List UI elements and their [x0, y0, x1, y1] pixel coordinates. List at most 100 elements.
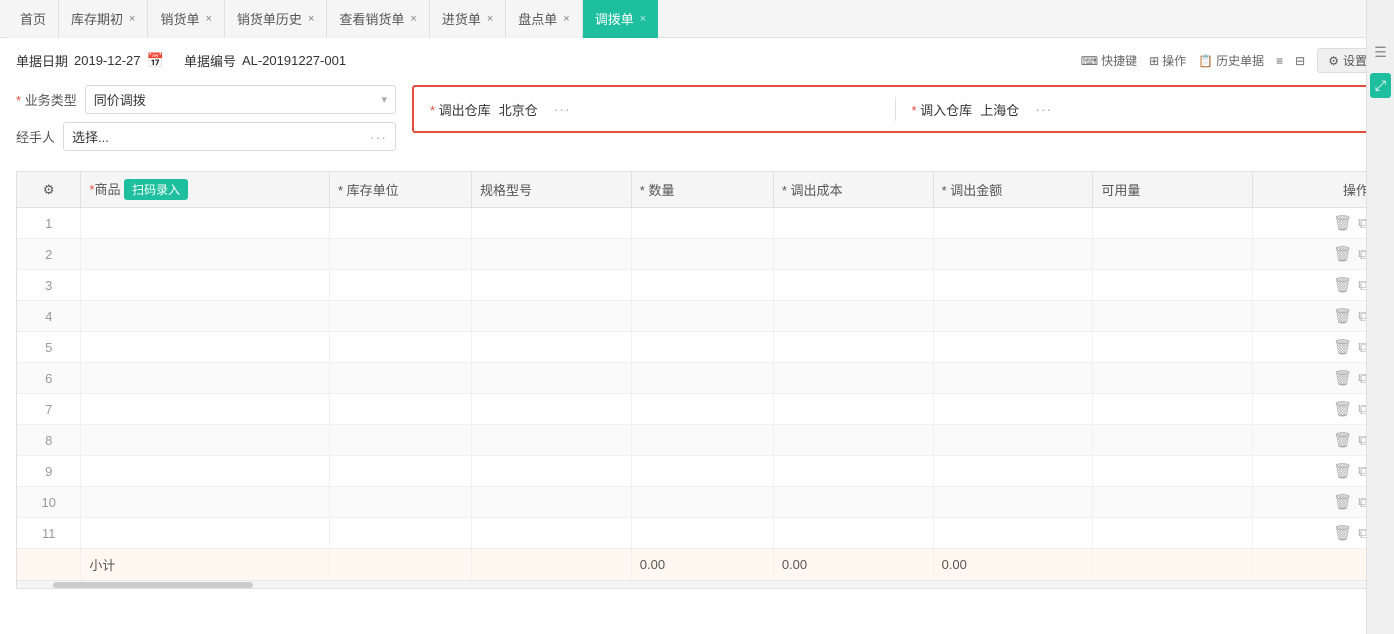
row-product[interactable] — [81, 394, 330, 425]
row-spec[interactable] — [472, 394, 632, 425]
row-unit[interactable] — [329, 332, 471, 363]
tab-view-sales[interactable]: 查看销货单 × — [327, 0, 429, 38]
row-qty[interactable] — [631, 394, 773, 425]
delete-row-icon[interactable]: 🗑 — [1333, 307, 1352, 325]
row-cost[interactable] — [773, 208, 933, 239]
tab-sales-history[interactable]: 销货单历史 × — [225, 0, 327, 38]
row-cost[interactable] — [773, 518, 933, 549]
row-amount[interactable] — [933, 270, 1093, 301]
shortcuts-button[interactable]: ⌨ 快捷键 — [1081, 52, 1137, 69]
row-amount[interactable] — [933, 456, 1093, 487]
delete-row-icon[interactable]: 🗑 — [1333, 400, 1352, 418]
tab-inventory-init[interactable]: 库存期初 × — [59, 0, 148, 38]
row-spec[interactable] — [472, 301, 632, 332]
row-amount[interactable] — [933, 394, 1093, 425]
row-amount[interactable] — [933, 239, 1093, 270]
row-spec[interactable] — [472, 518, 632, 549]
delete-row-icon[interactable]: 🗑 — [1333, 493, 1352, 511]
delete-row-icon[interactable]: 🗑 — [1333, 524, 1352, 542]
row-amount[interactable] — [933, 332, 1093, 363]
row-unit[interactable] — [329, 270, 471, 301]
row-spec[interactable] — [472, 239, 632, 270]
tab-close-inventory-init[interactable]: × — [129, 13, 135, 25]
tab-close-inventory-check[interactable]: × — [563, 13, 569, 25]
row-unit[interactable] — [329, 208, 471, 239]
row-spec[interactable] — [472, 456, 632, 487]
delete-row-icon[interactable]: 🗑 — [1333, 431, 1352, 449]
row-qty[interactable] — [631, 332, 773, 363]
sidebar-list-icon[interactable]: ☰ — [1370, 40, 1391, 65]
row-unit[interactable] — [329, 301, 471, 332]
horizontal-scrollbar[interactable] — [17, 580, 1377, 588]
row-spec[interactable] — [472, 270, 632, 301]
row-unit[interactable] — [329, 239, 471, 270]
row-cost[interactable] — [773, 456, 933, 487]
tab-close-view-sales[interactable]: × — [410, 13, 416, 25]
row-unit[interactable] — [329, 394, 471, 425]
row-product[interactable] — [81, 270, 330, 301]
layout-icon-2[interactable]: ⊟ — [1295, 54, 1305, 68]
row-spec[interactable] — [472, 425, 632, 456]
tab-close-sales-history[interactable]: × — [308, 13, 314, 25]
row-qty[interactable] — [631, 270, 773, 301]
row-spec[interactable] — [472, 487, 632, 518]
delete-row-icon[interactable]: 🗑 — [1333, 276, 1352, 294]
row-spec[interactable] — [472, 363, 632, 394]
row-amount[interactable] — [933, 208, 1093, 239]
delete-row-icon[interactable]: 🗑 — [1333, 462, 1352, 480]
tab-close-purchase[interactable]: × — [487, 13, 493, 25]
person-select[interactable]: 选择... ··· — [63, 122, 396, 151]
row-unit[interactable] — [329, 518, 471, 549]
row-amount[interactable] — [933, 425, 1093, 456]
row-qty[interactable] — [631, 518, 773, 549]
tab-close-sales-order[interactable]: × — [205, 13, 211, 25]
row-product[interactable] — [81, 239, 330, 270]
out-warehouse-more-icon[interactable]: ··· — [554, 101, 571, 117]
row-qty[interactable] — [631, 239, 773, 270]
row-spec[interactable] — [472, 208, 632, 239]
calendar-icon[interactable]: 📅 — [147, 52, 164, 69]
row-cost[interactable] — [773, 394, 933, 425]
tab-close-transfer[interactable]: × — [640, 13, 646, 25]
row-cost[interactable] — [773, 239, 933, 270]
row-product[interactable] — [81, 208, 330, 239]
row-product[interactable] — [81, 487, 330, 518]
th-settings[interactable]: ⚙ — [17, 172, 81, 208]
row-unit[interactable] — [329, 425, 471, 456]
row-cost[interactable] — [773, 425, 933, 456]
row-qty[interactable] — [631, 301, 773, 332]
layout-icon-1[interactable]: ≡ — [1276, 54, 1283, 68]
delete-row-icon[interactable]: 🗑 — [1333, 369, 1352, 387]
row-product[interactable] — [81, 363, 330, 394]
scan-button[interactable]: 扫码录入 — [124, 179, 188, 200]
tab-sales-order[interactable]: 销货单 × — [148, 0, 224, 38]
row-qty[interactable] — [631, 363, 773, 394]
row-spec[interactable] — [472, 332, 632, 363]
person-more-icon[interactable]: ··· — [370, 129, 387, 145]
row-qty[interactable] — [631, 456, 773, 487]
row-cost[interactable] — [773, 487, 933, 518]
in-warehouse-more-icon[interactable]: ··· — [1035, 101, 1052, 117]
row-amount[interactable] — [933, 518, 1093, 549]
tab-purchase[interactable]: 进货单 × — [430, 0, 506, 38]
row-cost[interactable] — [773, 363, 933, 394]
row-qty[interactable] — [631, 208, 773, 239]
delete-row-icon[interactable]: 🗑 — [1333, 245, 1352, 263]
row-product[interactable] — [81, 518, 330, 549]
history-button[interactable]: 📋 历史单据 — [1198, 52, 1264, 69]
row-qty[interactable] — [631, 425, 773, 456]
tab-home[interactable]: 首页 — [8, 0, 59, 38]
delete-row-icon[interactable]: 🗑 — [1333, 214, 1352, 232]
row-product[interactable] — [81, 456, 330, 487]
row-cost[interactable] — [773, 301, 933, 332]
row-product[interactable] — [81, 301, 330, 332]
tab-transfer[interactable]: 调拨单 × — [583, 0, 658, 38]
row-qty[interactable] — [631, 487, 773, 518]
row-amount[interactable] — [933, 487, 1093, 518]
tab-inventory-check[interactable]: 盘点单 × — [506, 0, 582, 38]
row-unit[interactable] — [329, 363, 471, 394]
row-cost[interactable] — [773, 270, 933, 301]
row-product[interactable] — [81, 332, 330, 363]
row-amount[interactable] — [933, 301, 1093, 332]
business-type-select[interactable]: 同价调拨 ▾ — [85, 85, 396, 114]
